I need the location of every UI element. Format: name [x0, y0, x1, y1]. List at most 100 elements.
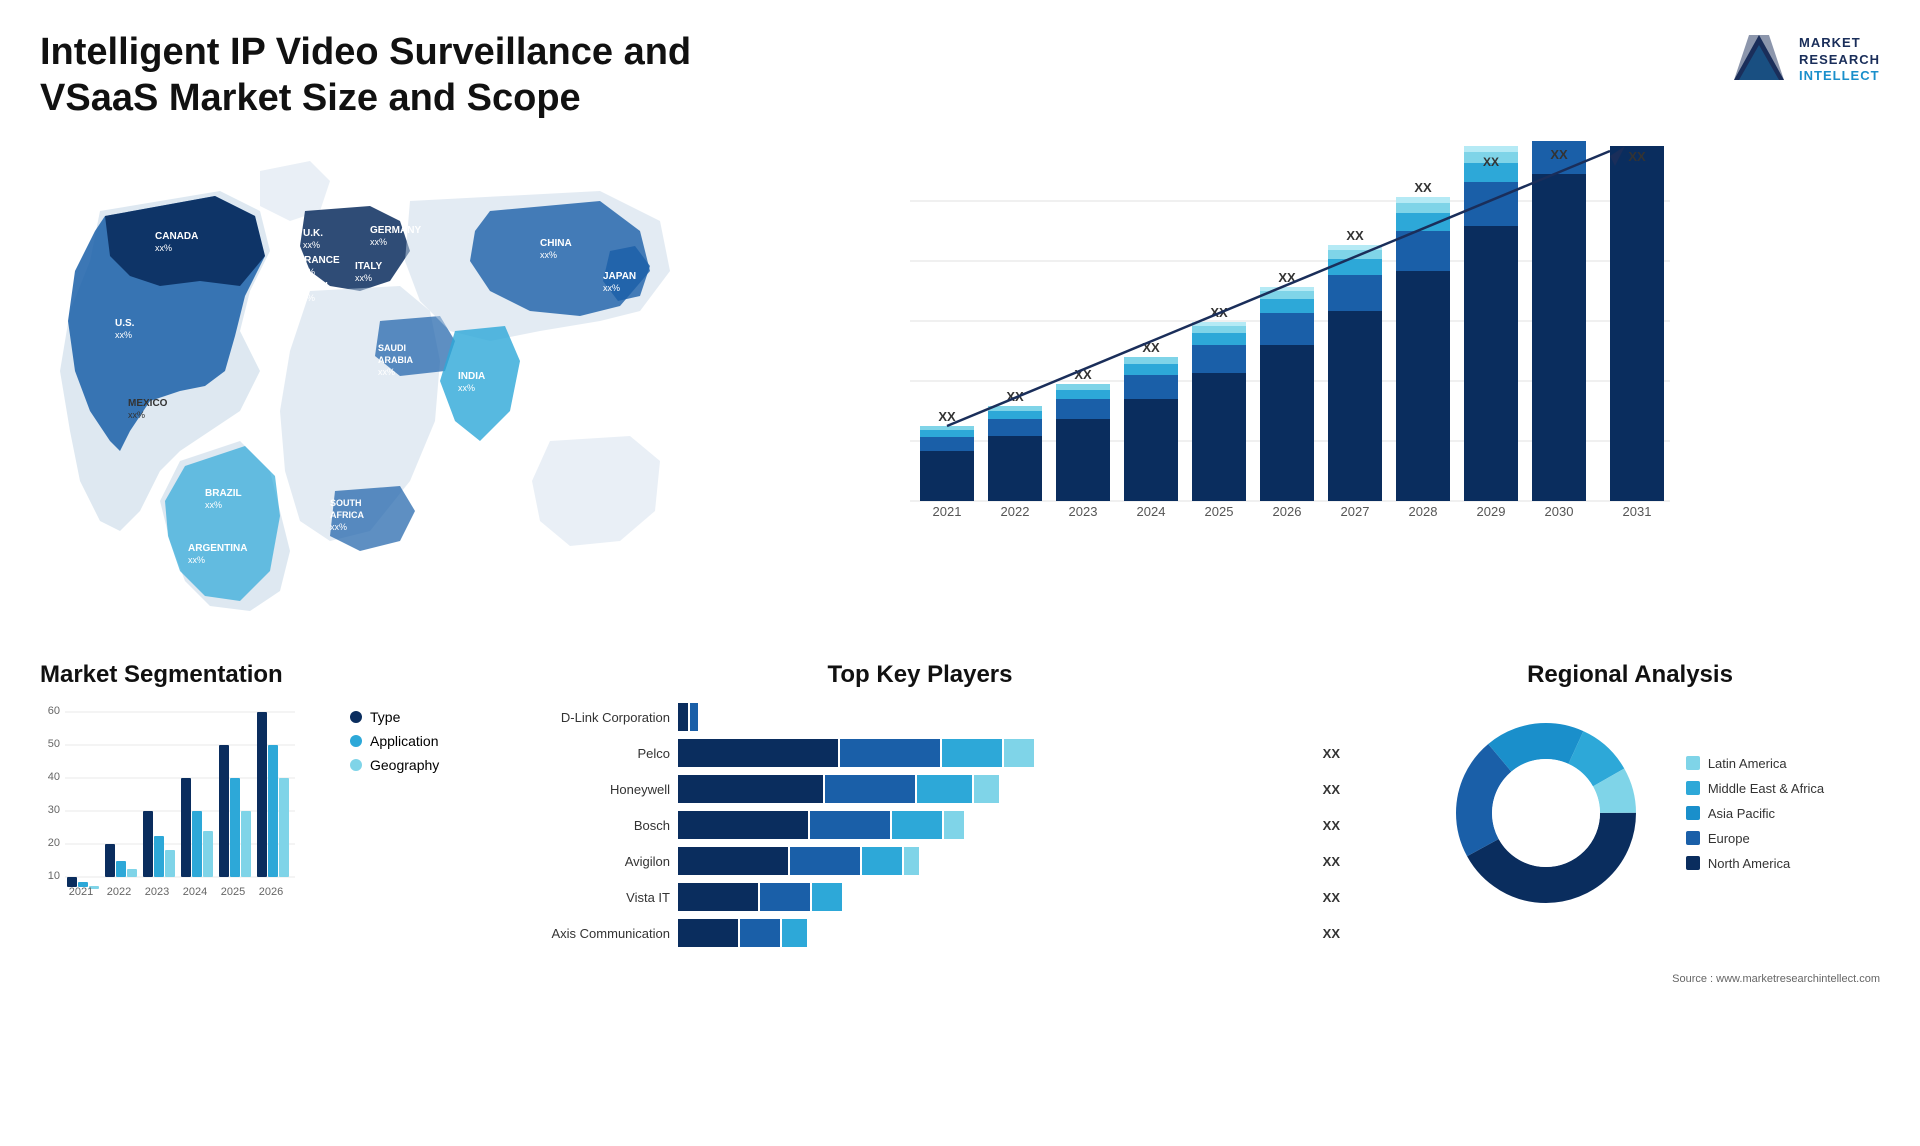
player-bar-axis	[678, 919, 1309, 947]
player-bar-avigilon	[678, 847, 1309, 875]
player-name-axis: Axis Communication	[500, 926, 670, 941]
player-name-vistait: Vista IT	[500, 890, 670, 905]
legend-europe-color	[1686, 831, 1700, 845]
svg-text:SAUDI: SAUDI	[378, 343, 406, 353]
svg-text:2021: 2021	[933, 504, 962, 519]
legend-europe-label: Europe	[1708, 831, 1750, 846]
legend-latin-america: Latin America	[1686, 756, 1824, 771]
regional-section: Regional Analysis	[1380, 651, 1880, 965]
svg-text:xx%: xx%	[378, 367, 395, 377]
svg-text:xx%: xx%	[298, 267, 315, 277]
bar-2021-layer4	[920, 426, 974, 430]
segmentation-title: Market Segmentation	[40, 661, 460, 689]
legend-north-america-label: North America	[1708, 856, 1790, 871]
seg-chart-wrapper: 60 50 40 30 20 10	[40, 699, 460, 899]
bar-chart-section: 2021 XX 2022 XX 2023 XX	[660, 131, 1880, 631]
svg-text:xx%: xx%	[298, 293, 315, 303]
logo-box: MARKET RESEARCH INTELLECT	[1729, 30, 1880, 90]
svg-text:xx%: xx%	[458, 383, 475, 393]
bar-2026-layer3	[1260, 299, 1314, 313]
player-row-axis: Axis Communication XX	[500, 919, 1340, 947]
legend-north-america: North America	[1686, 856, 1824, 871]
legend-asia-pacific-color	[1686, 806, 1700, 820]
bar-2022-layer1	[988, 436, 1042, 501]
player-bar-bosch	[678, 811, 1309, 839]
legend-mea-label: Middle East & Africa	[1708, 781, 1824, 796]
svg-text:2028: 2028	[1409, 504, 1438, 519]
player-row-honeywell: Honeywell XX	[500, 775, 1340, 803]
legend-mea-color	[1686, 781, 1700, 795]
player-row-avigilon: Avigilon XX	[500, 847, 1340, 875]
bar-2025-layer4	[1192, 326, 1246, 333]
svg-text:30: 30	[48, 804, 60, 816]
svg-text:GERMANY: GERMANY	[370, 225, 421, 236]
svg-text:2023: 2023	[145, 886, 169, 898]
players-title: Top Key Players	[500, 661, 1340, 689]
svg-text:2024: 2024	[183, 886, 207, 898]
svg-text:2031: 2031	[1623, 504, 1652, 519]
legend-mea: Middle East & Africa	[1686, 781, 1824, 796]
svg-text:xx%: xx%	[540, 250, 557, 260]
bar-2026-layer1	[1260, 345, 1314, 501]
legend-type-dot	[350, 711, 362, 723]
svg-text:XX: XX	[1483, 155, 1499, 169]
world-map-section: CANADA xx% U.S. xx% MEXICO xx% BRAZIL xx…	[40, 131, 660, 631]
main-grid: CANADA xx% U.S. xx% MEXICO xx% BRAZIL xx…	[0, 131, 1920, 965]
svg-text:xx%: xx%	[205, 500, 222, 510]
bar-2021-layer2	[920, 437, 974, 451]
svg-text:xx%: xx%	[115, 330, 132, 340]
bar-2023-layer1	[1056, 419, 1110, 501]
svg-text:xx%: xx%	[155, 243, 172, 253]
bar-2025-layer3	[1192, 333, 1246, 345]
player-value-axis: XX	[1323, 926, 1340, 941]
svg-text:JAPAN: JAPAN	[603, 271, 636, 282]
svg-text:MEXICO: MEXICO	[128, 398, 168, 409]
bar-2025-layer2	[1192, 345, 1246, 373]
bar-2029-layer5	[1464, 146, 1518, 152]
legend-type: Type	[350, 709, 439, 725]
bar-2023-layer2	[1056, 399, 1110, 419]
svg-text:2022: 2022	[1001, 504, 1030, 519]
map-container: CANADA xx% U.S. xx% MEXICO xx% BRAZIL xx…	[40, 131, 660, 621]
svg-text:60: 60	[48, 705, 60, 717]
bar-2026-layer5	[1260, 287, 1314, 291]
svg-text:40: 40	[48, 771, 60, 783]
svg-text:FRANCE: FRANCE	[298, 255, 340, 266]
svg-text:CHINA: CHINA	[540, 238, 572, 249]
bar-2028-layer1	[1396, 271, 1450, 501]
svg-text:U.K.: U.K.	[303, 228, 323, 239]
svg-text:xx%: xx%	[188, 555, 205, 565]
bar-2024-layer2	[1124, 375, 1178, 399]
legend-type-label: Type	[370, 709, 400, 725]
player-bar-pelco	[678, 739, 1309, 767]
legend-geography: Geography	[350, 757, 439, 773]
player-value-vistait: XX	[1323, 890, 1340, 905]
logo-area: MARKET RESEARCH INTELLECT	[1729, 30, 1880, 90]
svg-text:ARABIA: ARABIA	[378, 355, 413, 365]
legend-latin-america-label: Latin America	[1708, 756, 1787, 771]
svg-text:10: 10	[48, 870, 60, 882]
player-row-dlink: D-Link Corporation	[500, 703, 1340, 731]
chart-area: 2021 XX 2022 XX 2023 XX	[720, 141, 1860, 581]
legend-latin-america-color	[1686, 756, 1700, 770]
bar-2027-layer2	[1328, 275, 1382, 311]
player-name-pelco: Pelco	[500, 746, 670, 761]
svg-text:50: 50	[48, 738, 60, 750]
player-value-honeywell: XX	[1323, 782, 1340, 797]
bar-2029-layer1	[1464, 226, 1518, 501]
legend-geography-dot	[350, 759, 362, 771]
svg-text:ITALY: ITALY	[355, 261, 383, 272]
donut-container: Latin America Middle East & Africa Asia …	[1400, 703, 1860, 923]
svg-text:2022: 2022	[107, 886, 131, 898]
bar-2028-layer4	[1396, 203, 1450, 213]
legend-application-dot	[350, 735, 362, 747]
svg-text:2021: 2021	[69, 886, 93, 898]
player-row-vistait: Vista IT XX	[500, 883, 1340, 911]
bar-2030-layer1	[1532, 174, 1586, 501]
svg-text:2027: 2027	[1341, 504, 1370, 519]
bar-2026-layer2	[1260, 313, 1314, 345]
svg-text:xx%: xx%	[330, 522, 347, 532]
bar-2023-layer4	[1056, 384, 1110, 390]
bar-2027-layer3	[1328, 259, 1382, 275]
svg-text:ARGENTINA: ARGENTINA	[188, 543, 247, 554]
